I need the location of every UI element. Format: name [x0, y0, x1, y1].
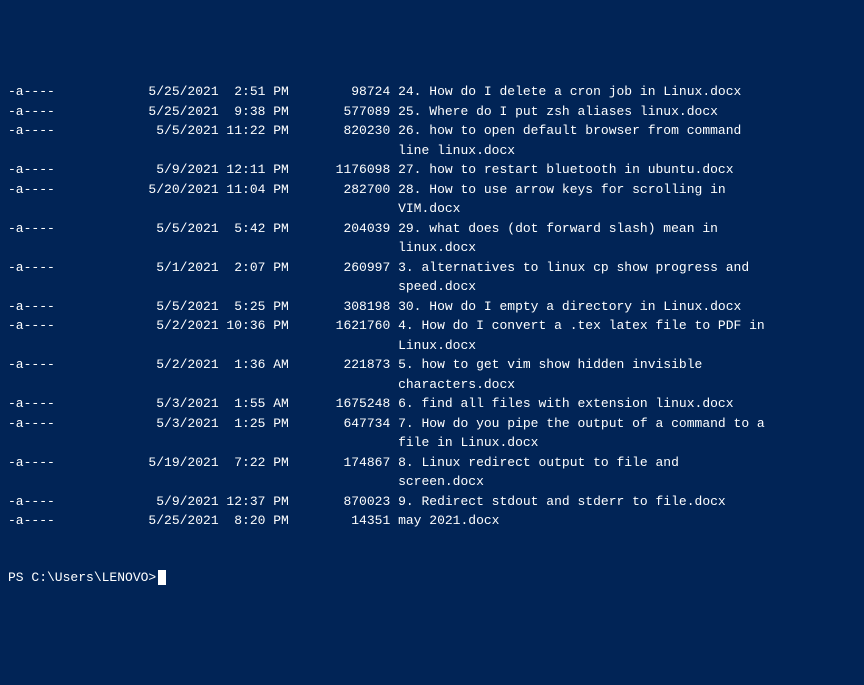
prompt-text: PS C:\Users\LENOVO> [8, 570, 156, 585]
prompt-line[interactable]: PS C:\Users\LENOVO> [8, 568, 856, 588]
cursor [158, 570, 166, 585]
listing-row: -a---- 5/2/2021 10:36 PM 1621760 4. How … [8, 316, 856, 336]
listing-row: -a---- 5/25/2021 2:51 PM 98724 24. How d… [8, 82, 856, 102]
directory-listing: -a---- 5/25/2021 2:51 PM 98724 24. How d… [8, 82, 856, 531]
listing-row: line linux.docx [8, 141, 856, 161]
listing-row: -a---- 5/20/2021 11:04 PM 282700 28. How… [8, 180, 856, 200]
listing-row: -a---- 5/2/2021 1:36 AM 221873 5. how to… [8, 355, 856, 375]
listing-row: linux.docx [8, 238, 856, 258]
listing-row: -a---- 5/1/2021 2:07 PM 260997 3. altern… [8, 258, 856, 278]
listing-row: screen.docx [8, 472, 856, 492]
listing-row: file in Linux.docx [8, 433, 856, 453]
listing-row: -a---- 5/25/2021 8:20 PM 14351 may 2021.… [8, 511, 856, 531]
listing-row: speed.docx [8, 277, 856, 297]
listing-row: -a---- 5/3/2021 1:25 PM 647734 7. How do… [8, 414, 856, 434]
listing-row: -a---- 5/25/2021 9:38 PM 577089 25. Wher… [8, 102, 856, 122]
listing-row: -a---- 5/3/2021 1:55 AM 1675248 6. find … [8, 394, 856, 414]
listing-row: Linux.docx [8, 336, 856, 356]
listing-row: -a---- 5/9/2021 12:37 PM 870023 9. Redir… [8, 492, 856, 512]
listing-row: -a---- 5/19/2021 7:22 PM 174867 8. Linux… [8, 453, 856, 473]
listing-row: -a---- 5/5/2021 5:42 PM 204039 29. what … [8, 219, 856, 239]
listing-row: VIM.docx [8, 199, 856, 219]
listing-row: -a---- 5/5/2021 11:22 PM 820230 26. how … [8, 121, 856, 141]
listing-row: -a---- 5/5/2021 5:25 PM 308198 30. How d… [8, 297, 856, 317]
listing-row: characters.docx [8, 375, 856, 395]
listing-row: -a---- 5/9/2021 12:11 PM 1176098 27. how… [8, 160, 856, 180]
